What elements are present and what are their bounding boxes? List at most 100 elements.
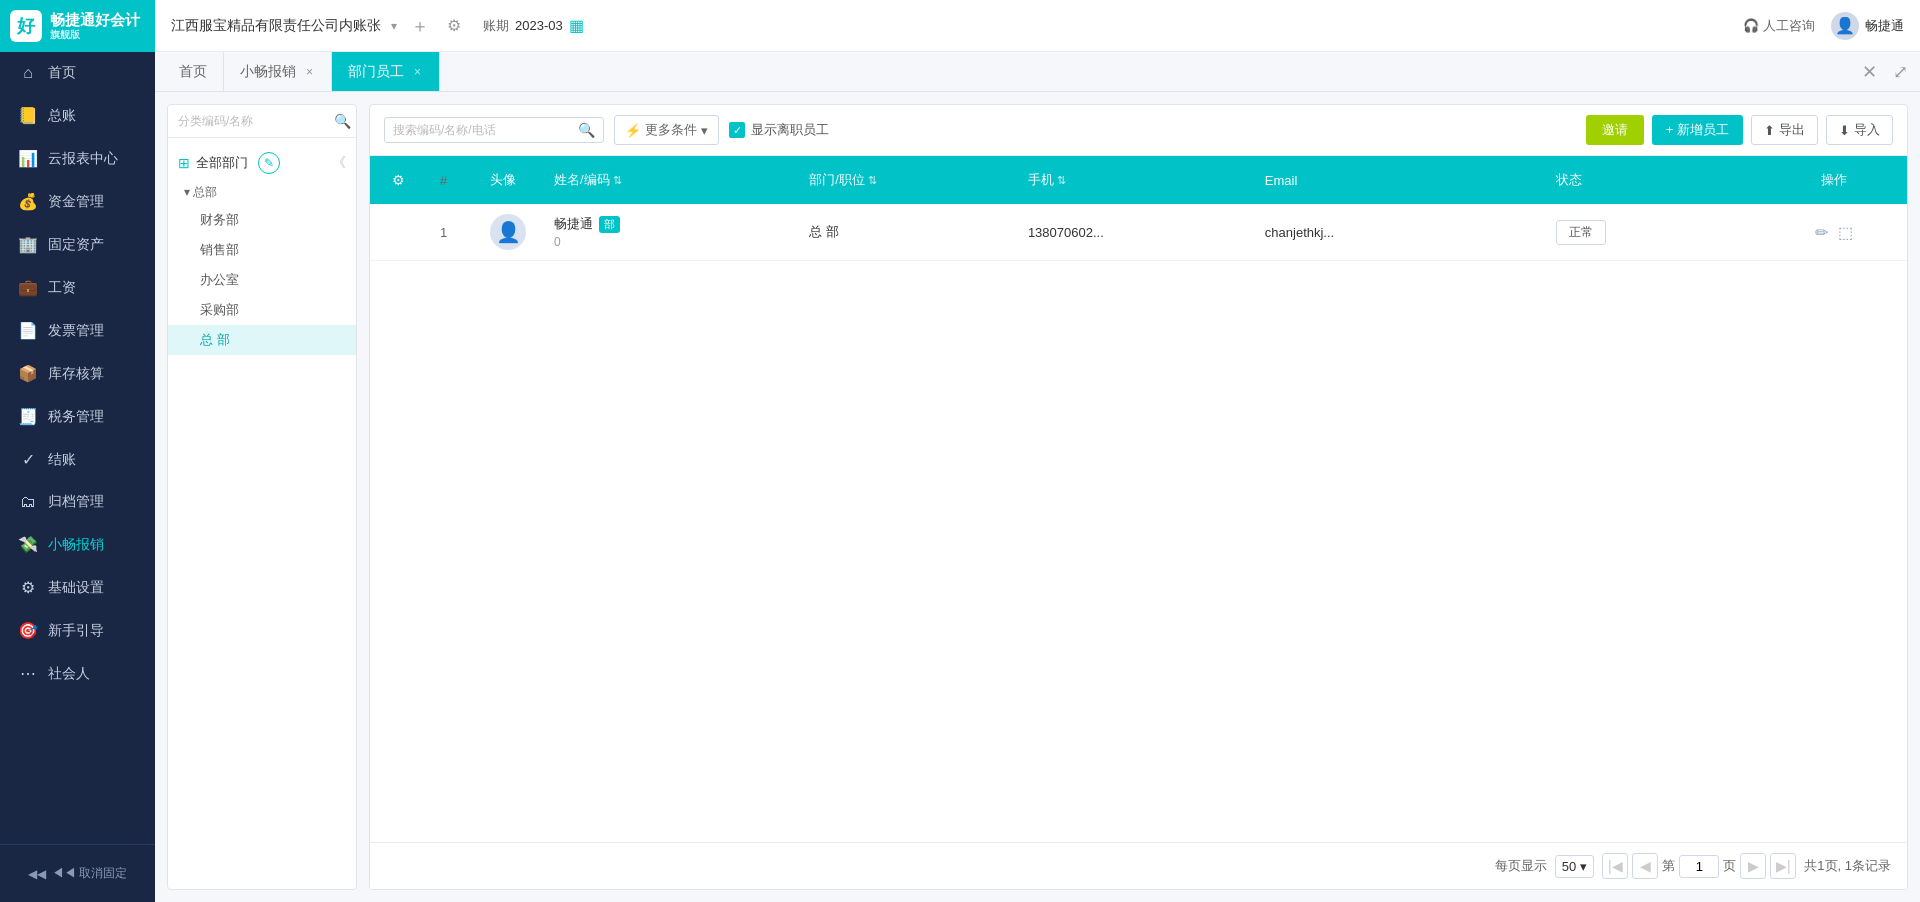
sidebar-item-funds[interactable]: 💰 资金管理 — [0, 180, 155, 223]
dept-item-sales[interactable]: 销售部 — [168, 235, 356, 265]
row-email: chanjethkj... — [1251, 204, 1543, 261]
sidebar-item-close[interactable]: ✓ 结账 — [0, 438, 155, 481]
export-label: 导出 — [1779, 121, 1805, 139]
sidebar-item-inventory[interactable]: 📦 库存核算 — [0, 352, 155, 395]
th-name[interactable]: 姓名/编码 — [540, 156, 795, 204]
salary-icon: 💼 — [18, 278, 38, 297]
th-phone[interactable]: 手机 — [1014, 156, 1251, 204]
settings-gear-icon[interactable]: ⚙ — [443, 16, 465, 35]
guide-icon: 🎯 — [18, 621, 38, 640]
page-prev-button[interactable]: ◀ — [1632, 853, 1658, 879]
sidebar-item-reports[interactable]: 📊 云报表中心 — [0, 137, 155, 180]
sidebar-item-assets[interactable]: 🏢 固定资产 — [0, 223, 155, 266]
cancel-fixed-button[interactable]: ◀◀ ◀◀ 取消固定 — [0, 857, 155, 890]
add-employee-button[interactable]: + 新增员工 — [1652, 115, 1743, 145]
row-avatar: 👤 — [476, 204, 540, 261]
row-dept: 总 部 — [795, 204, 1014, 261]
topbar-right: 🎧 人工咨询 👤 畅捷通 — [1743, 12, 1904, 40]
row-phone: 138070602... — [1014, 204, 1251, 261]
inventory-icon: 📦 — [18, 364, 38, 383]
dept-grid-icon: ⊞ — [178, 155, 190, 171]
sidebar-item-label: 基础设置 — [48, 579, 104, 597]
sidebar-item-guide[interactable]: 🎯 新手引导 — [0, 609, 155, 652]
th-num: # — [426, 156, 476, 204]
row-gear-cell — [370, 204, 426, 261]
tab-dept-employee-label: 部门员工 — [348, 63, 404, 81]
tab-home[interactable]: 首页 — [163, 52, 224, 91]
edit-icon[interactable]: ✏ — [1815, 223, 1828, 242]
export-button[interactable]: ⬆ 导出 — [1751, 115, 1818, 145]
employee-search-icon[interactable]: 🔍 — [578, 122, 595, 138]
sidebar-item-xiaochang[interactable]: 💸 小畅报销 — [0, 523, 155, 566]
th-dept[interactable]: 部门/职位 — [795, 156, 1014, 204]
dept-all-button[interactable]: ⊞ 全部部门 ✎ 《 — [168, 146, 356, 180]
employee-toolbar: 🔍 ⚡ 更多条件 ▾ ✓ 显示离职员工 邀请 + 新增员工 ⬆ 导出 — [370, 105, 1907, 156]
dept-search-icon[interactable]: 🔍 — [334, 113, 351, 129]
th-status: 状态 — [1542, 156, 1761, 204]
settings-icon: ⚙ — [18, 578, 38, 597]
page-first-button[interactable]: |◀ — [1602, 853, 1628, 879]
tab-dept-employee[interactable]: 部门员工 × — [332, 52, 440, 91]
sidebar-item-salary[interactable]: 💼 工资 — [0, 266, 155, 309]
sidebar-item-tax[interactable]: 🧾 税务管理 — [0, 395, 155, 438]
page-input[interactable] — [1679, 855, 1719, 878]
logout-icon[interactable]: ⬚ — [1838, 223, 1853, 242]
th-gear: ⚙ — [370, 156, 426, 204]
dept-item-office[interactable]: 办公室 — [168, 265, 356, 295]
dept-edit-icon[interactable]: ✎ — [258, 152, 280, 174]
tab-close-all-icon[interactable]: ✕ — [1858, 57, 1881, 87]
calendar-icon[interactable]: ▦ — [569, 16, 584, 35]
employee-table-container: ⚙ # 头像 姓名/编码 部门/职位 手机 Email 状态 操作 — [370, 156, 1907, 842]
more-icon: ⋯ — [18, 664, 38, 683]
dept-item-headquarters[interactable]: 总 部 — [168, 325, 356, 355]
sidebar-item-more[interactable]: ⋯ 社会人 — [0, 652, 155, 695]
show-resigned-checkbox[interactable]: ✓ — [729, 122, 745, 138]
reports-icon: 📊 — [18, 149, 38, 168]
tab-expand-icon[interactable]: ⤢ — [1889, 57, 1912, 87]
page-nav: |◀ ◀ 第 页 ▶ ▶| — [1602, 853, 1796, 879]
page-next-button[interactable]: ▶ — [1740, 853, 1766, 879]
app-version: 旗舰版 — [50, 29, 140, 41]
dept-search-input[interactable] — [178, 114, 328, 128]
employee-panel: 🔍 ⚡ 更多条件 ▾ ✓ 显示离职员工 邀请 + 新增员工 ⬆ 导出 — [369, 104, 1908, 890]
sidebar-item-label: 工资 — [48, 279, 76, 297]
sidebar-item-basic[interactable]: ⚙ 基础设置 — [0, 566, 155, 609]
per-page-select[interactable]: 50 ▾ — [1555, 855, 1594, 878]
tab-xiaochang-label: 小畅报销 — [240, 63, 296, 81]
sidebar-item-archive[interactable]: 🗂 归档管理 — [0, 481, 155, 523]
period-label: 账期 — [483, 17, 509, 35]
user-name: 畅捷通 — [1865, 17, 1904, 35]
company-dropdown-icon[interactable]: ▾ — [391, 19, 397, 33]
table-gear-button[interactable]: ⚙ — [384, 166, 412, 194]
import-button[interactable]: ⬇ 导入 — [1826, 115, 1893, 145]
sidebar-nav: ⌂ 首页 📒 总账 📊 云报表中心 💰 资金管理 🏢 固定资产 💼 工资 📄 发… — [0, 52, 155, 844]
tab-xiaochang[interactable]: 小畅报销 × — [224, 52, 332, 91]
employee-code: 0 — [554, 235, 781, 249]
invoice-icon: 📄 — [18, 321, 38, 340]
topbar: 江西服宝精品有限责任公司内账张 ▾ ＋ ⚙ 账期 2023-03 ▦ 🎧 人工咨… — [155, 0, 1920, 52]
sidebar-item-invoice[interactable]: 📄 发票管理 — [0, 309, 155, 352]
support-button[interactable]: 🎧 人工咨询 — [1743, 17, 1815, 35]
employee-search-input[interactable] — [393, 123, 572, 137]
app-logo: 好 畅捷通好会计 旗舰版 — [0, 0, 155, 52]
add-company-icon[interactable]: ＋ — [407, 14, 433, 38]
employee-search-box: 🔍 — [384, 117, 604, 143]
dept-item-purchasing[interactable]: 采购部 — [168, 295, 356, 325]
show-resigned-toggle[interactable]: ✓ 显示离职员工 — [729, 121, 829, 139]
invite-button[interactable]: 邀请 — [1586, 115, 1644, 145]
sidebar-item-ledger[interactable]: 📒 总账 — [0, 94, 155, 137]
company-name: 江西服宝精品有限责任公司内账张 — [171, 17, 381, 35]
sidebar-item-label: 云报表中心 — [48, 150, 118, 168]
sidebar-item-home[interactable]: ⌂ 首页 — [0, 52, 155, 94]
assets-icon: 🏢 — [18, 235, 38, 254]
more-filter-button[interactable]: ⚡ 更多条件 ▾ — [614, 115, 719, 145]
user-menu[interactable]: 👤 畅捷通 — [1831, 12, 1904, 40]
tab-dept-employee-close-icon[interactable]: × — [412, 64, 423, 80]
th-avatar: 头像 — [476, 156, 540, 204]
dept-item-finance[interactable]: 财务部 — [168, 205, 356, 235]
tab-xiaochang-close-icon[interactable]: × — [304, 64, 315, 80]
headset-icon: 🎧 — [1743, 18, 1759, 33]
dept-collapse-icon[interactable]: 《 — [332, 154, 346, 172]
toolbar-right: 邀请 + 新增员工 ⬆ 导出 ⬇ 导入 — [1586, 115, 1893, 145]
page-last-button[interactable]: ▶| — [1770, 853, 1796, 879]
